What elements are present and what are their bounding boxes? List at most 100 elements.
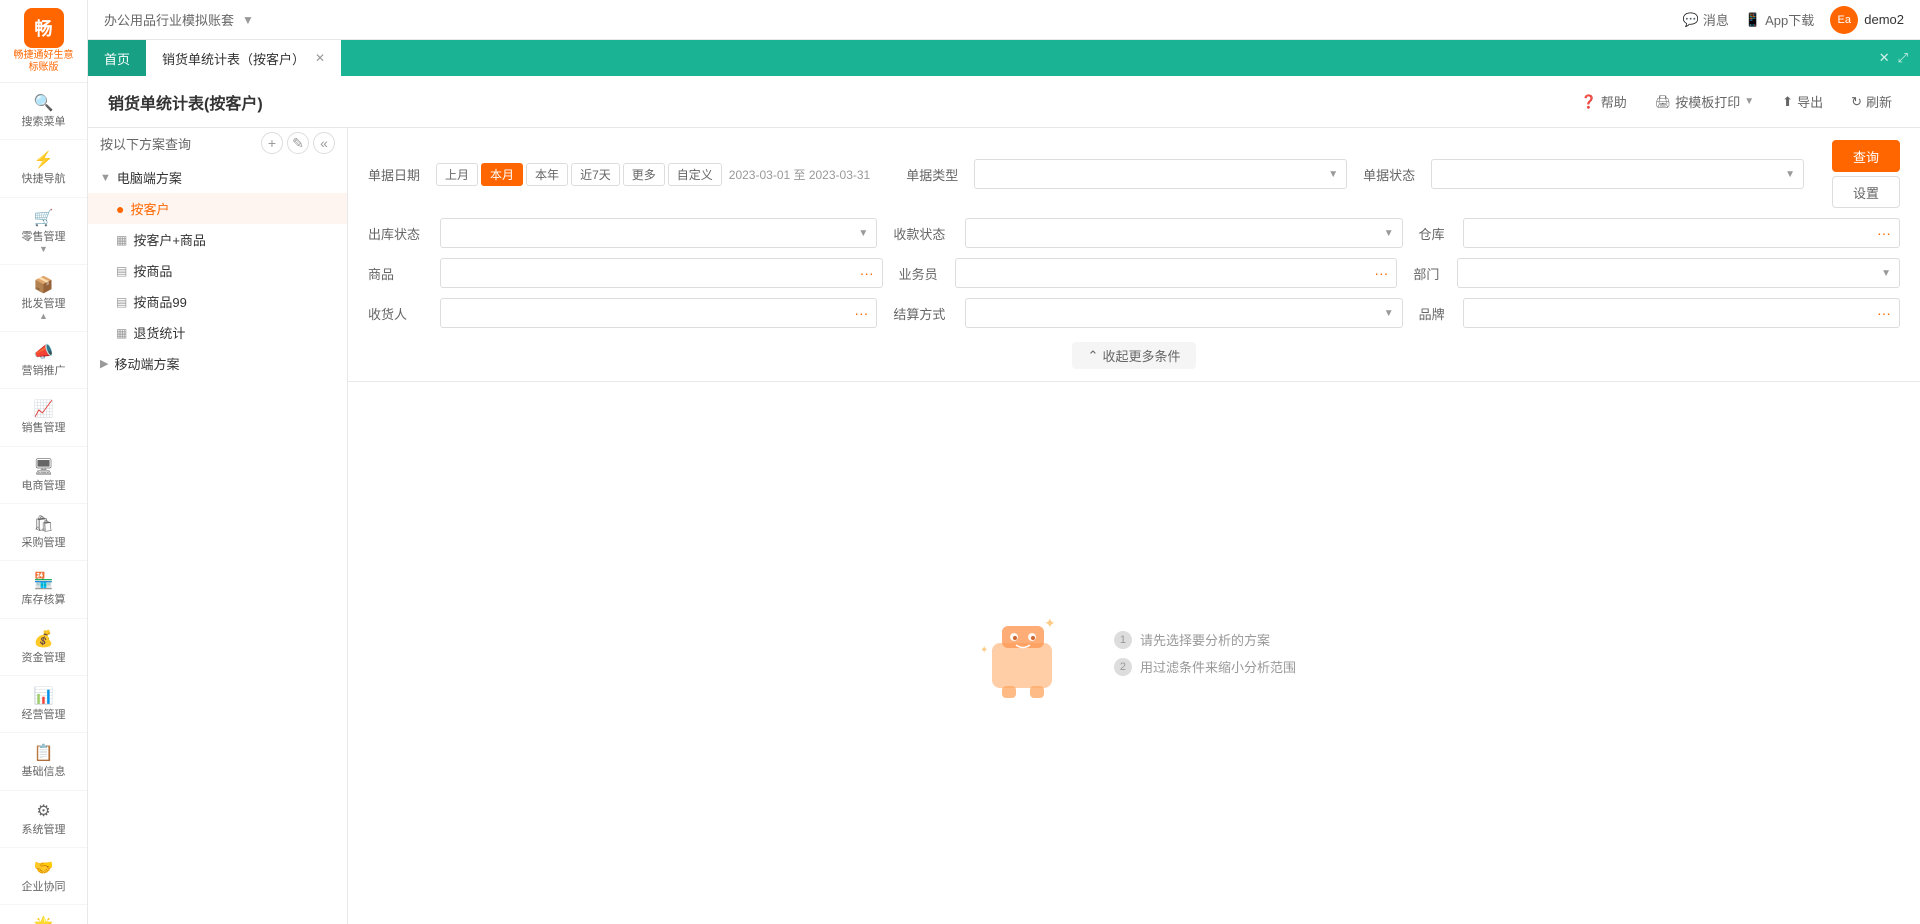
tip-num-2: 2 (1114, 658, 1132, 676)
page-actions: ❓ 帮助 🖨 按模板打印 ▼ ⬆ 导出 ↻ 刷新 (1573, 88, 1900, 115)
brand-input[interactable]: ··· (1463, 298, 1900, 328)
app-download-btn[interactable]: 📱 App下载 (1745, 10, 1814, 29)
scheme-item-by-customer[interactable]: ● 按客户 (88, 193, 347, 224)
message-btn[interactable]: 💬 消息 (1683, 10, 1729, 29)
date-custom-btn[interactable]: 自定义 (668, 163, 722, 186)
scheme-panel: 按以下方案查询 + ✎ « ▼ (88, 128, 348, 924)
edit-icon: ✎ (292, 135, 304, 152)
status-select[interactable]: ▼ (1431, 159, 1804, 189)
sidebar-item-marketing[interactable]: 📣 营销推广 (0, 332, 87, 389)
product-input[interactable]: ··· (440, 258, 883, 288)
sidebar-item-basic[interactable]: 📋 基础信息 (0, 733, 87, 790)
print-btn[interactable]: 🖨 按模板打印 ▼ (1647, 88, 1762, 115)
tab-maximize-area: ✕ ⤢ (1867, 50, 1920, 66)
filter-row-1: 单据日期 上月 本月 本年 近7天 更多 自定义 2023-03-01 至 20… (368, 140, 1900, 208)
sidebar-item-operations[interactable]: 📊 经营管理 (0, 676, 87, 733)
scheme-desktop-header[interactable]: ▼ 电脑端方案 (88, 162, 347, 193)
collapse-btn[interactable]: ⌃ 收起更多条件 (1072, 342, 1197, 369)
payment-select[interactable]: ▼ (965, 298, 1402, 328)
tab-home[interactable]: 首页 (88, 40, 146, 76)
sidebar-item-operations-label: 经营管理 (22, 708, 66, 722)
warehouse-input[interactable]: ··· (1463, 218, 1900, 248)
header-left: 办公用品行业模拟账套 ▼ (104, 10, 254, 29)
help-icon: ❓ (1581, 94, 1597, 110)
sidebar-item-cooperation[interactable]: 🤝 企业协同 (0, 848, 87, 905)
dept-select[interactable]: ▼ (1457, 258, 1900, 288)
sidebar-item-shortcuts-label: 快捷导航 (22, 172, 66, 186)
sidebar-item-wholesale[interactable]: 📦 批发管理 ▲ (0, 265, 87, 332)
breadcrumb-dropdown-icon[interactable]: ▼ (242, 13, 254, 27)
export-btn[interactable]: ⬆ 导出 (1774, 88, 1831, 115)
avatar-text: Ea (1838, 14, 1851, 26)
sidebar-item-retail[interactable]: 🛒 零售管理 ▼ (0, 198, 87, 265)
type-select-arrow: ▼ (1328, 169, 1338, 180)
app-download-label: App下载 (1765, 10, 1814, 29)
collect-status-select[interactable]: ▼ (965, 218, 1402, 248)
receiver-input[interactable]: ··· (440, 298, 877, 328)
brand-dots-icon: ··· (1877, 305, 1891, 321)
sidebar-item-guide[interactable]: 🌟 新手引导 (0, 905, 87, 924)
settings-button[interactable]: 设置 (1832, 176, 1900, 208)
help-label: 帮助 (1601, 92, 1627, 111)
sidebar-item-marketing-label: 营销推广 (22, 364, 66, 378)
window-maximize-icon[interactable]: ⤢ (1898, 50, 1908, 66)
out-status-select[interactable]: ▼ (440, 218, 877, 248)
dept-label: 部门 (1413, 264, 1441, 283)
date-more-btn[interactable]: 更多 (623, 163, 665, 186)
help-btn[interactable]: ❓ 帮助 (1573, 88, 1635, 115)
refresh-btn[interactable]: ↻ 刷新 (1843, 88, 1900, 115)
sidebar-item-search[interactable]: 🔍 搜索菜单 (0, 83, 87, 140)
sidebar-item-finance[interactable]: 💰 资金管理 (0, 619, 87, 676)
scheme-add-btn[interactable]: + (261, 132, 283, 154)
sidebar-item-ecommerce[interactable]: 🖥 电商管理 (0, 447, 87, 504)
scheme-mobile-header[interactable]: ▶ 移动端方案 (88, 348, 347, 379)
scheme-item-product-label: 按商品 (133, 261, 172, 280)
scheme-edit-btn[interactable]: ✎ (287, 132, 309, 154)
date-this-month-btn[interactable]: 本月 (481, 163, 523, 186)
date-last-7-btn[interactable]: 近7天 (571, 163, 620, 186)
user-name: demo2 (1864, 12, 1904, 27)
user-area[interactable]: Ea demo2 (1830, 6, 1904, 34)
tab-close-icon[interactable]: ✕ (315, 51, 325, 65)
sidebar-item-system[interactable]: ⚙ 系统管理 (0, 791, 87, 848)
customer-scheme-icon: ● (116, 201, 124, 217)
empty-state: ✦ ✦ 1 请先选择要分析的方案 2 用过滤条件来缩小分析范围 (348, 382, 1920, 924)
scheme-item-customer-product[interactable]: ▦ 按客户+商品 (88, 224, 347, 255)
date-last-month-btn[interactable]: 上月 (436, 163, 478, 186)
warehouse-dots-icon: ··· (1877, 225, 1891, 241)
query-btns: 查询 设置 (1832, 140, 1900, 208)
collect-status-arrow: ▼ (1384, 228, 1394, 239)
sidebar-item-sales[interactable]: 📈 销售管理 (0, 389, 87, 446)
print-label: 按模板打印 (1675, 92, 1740, 111)
main-area: 办公用品行业模拟账套 ▼ 💬 消息 📱 App下载 Ea demo2 首页 (88, 0, 1920, 924)
sidebar-item-purchase[interactable]: 🛍 采购管理 (0, 504, 87, 561)
svg-text:✦: ✦ (980, 645, 988, 656)
tab-sales-stat[interactable]: 销货单统计表（按客户） ✕ (146, 40, 341, 76)
scheme-item-refund[interactable]: ▦ 退货统计 (88, 317, 347, 348)
app-download-icon: 📱 (1745, 12, 1761, 28)
sidebar-item-cooperation-label: 企业协同 (22, 880, 66, 894)
scheme-item-customer-product-label: 按客户+商品 (133, 230, 206, 249)
type-select[interactable]: ▼ (974, 159, 1347, 189)
staff-input[interactable]: ··· (955, 258, 1398, 288)
basic-icon: 📋 (34, 743, 54, 763)
scheme-item-product99-label: 按商品99 (133, 292, 186, 311)
sidebar-item-inventory[interactable]: 🏪 库存核算 (0, 561, 87, 618)
sidebar-item-purchase-label: 采购管理 (22, 536, 66, 550)
query-button[interactable]: 查询 (1832, 140, 1900, 172)
date-this-year-btn[interactable]: 本年 (526, 163, 568, 186)
scheme-item-product99[interactable]: ▤ 按商品99 (88, 286, 347, 317)
sidebar-item-shortcuts[interactable]: ⚡ 快捷导航 (0, 140, 87, 197)
results-area: 按以下方案查询 + ✎ « ▼ (88, 128, 1920, 924)
list-icon-1: ▤ (116, 264, 127, 278)
scheme-item-product[interactable]: ▤ 按商品 (88, 255, 347, 286)
scheme-item-by-customer-label: 按客户 (130, 199, 169, 218)
filter-row-3: 商品 ··· 业务员 ··· 部门 ▼ (368, 258, 1900, 288)
scheme-desktop-expand-icon: ▼ (100, 172, 111, 184)
tip-num-1: 1 (1114, 631, 1132, 649)
window-close-icon[interactable]: ✕ (1879, 50, 1890, 66)
scheme-collapse-btn[interactable]: « (313, 132, 335, 154)
scheme-actions: + ✎ « (261, 132, 335, 154)
sidebar-item-retail-label: 零售管理 (22, 230, 66, 244)
sidebar-item-system-label: 系统管理 (22, 823, 66, 837)
